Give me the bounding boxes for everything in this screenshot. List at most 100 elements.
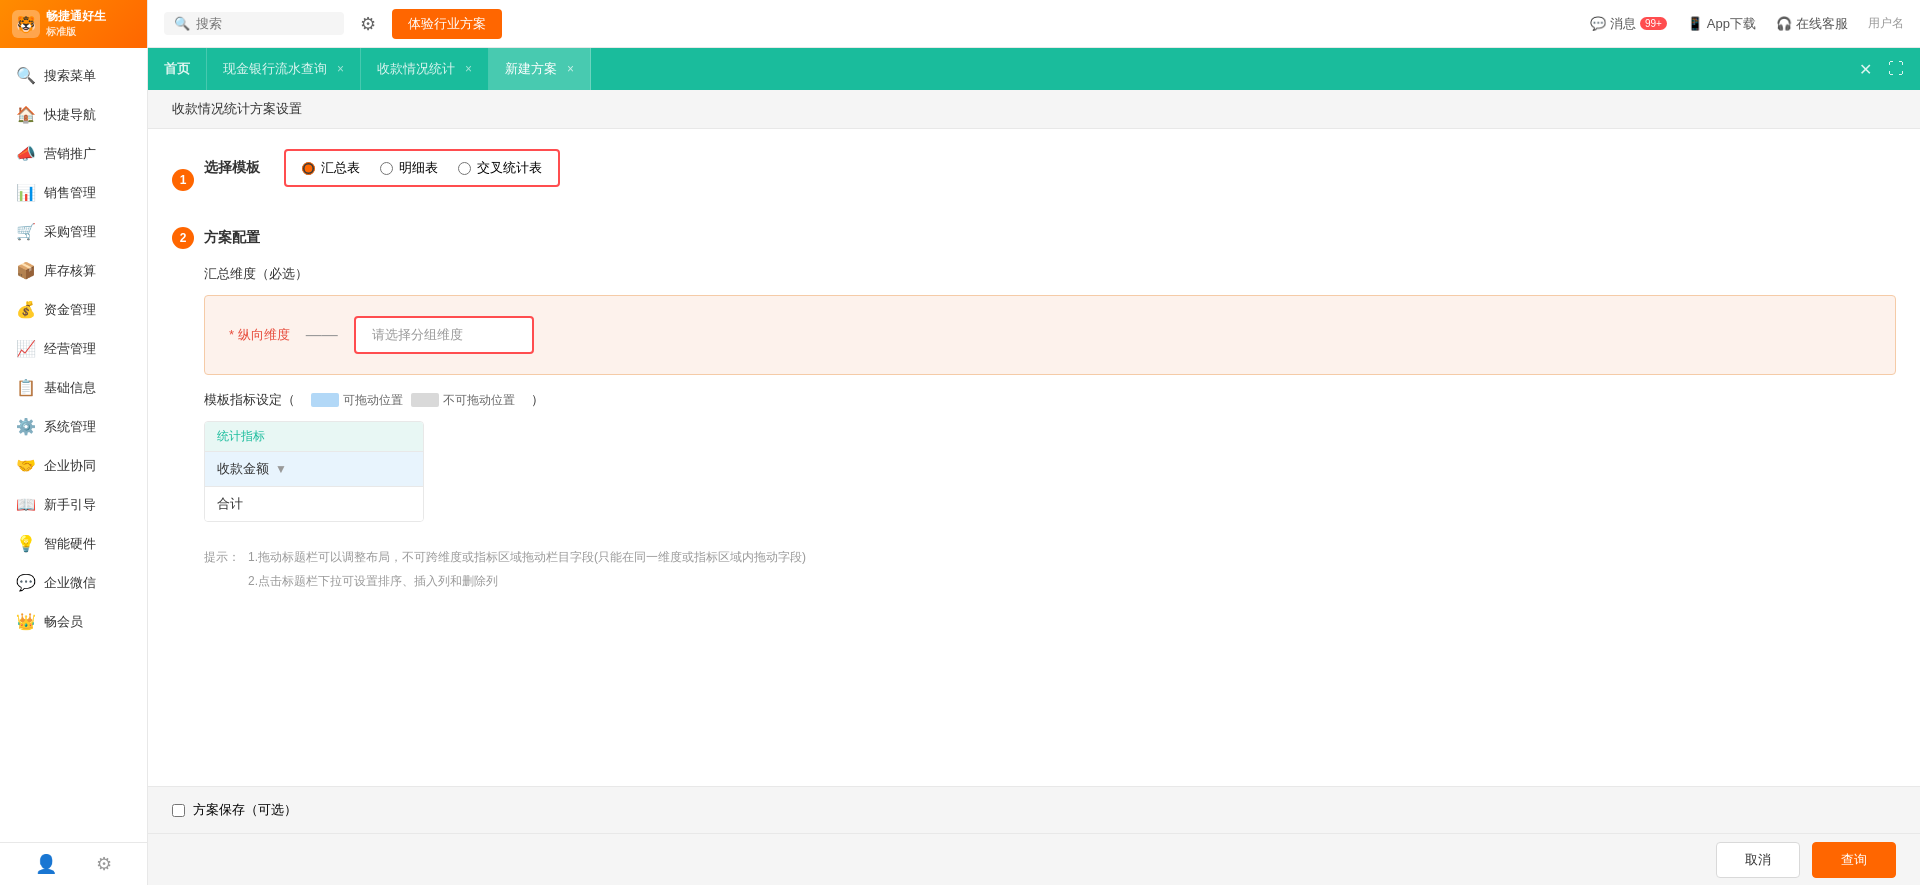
radio-cross-input[interactable] — [458, 162, 471, 175]
topbar: 🔍 ⚙ 体验行业方案 💬 消息 99+ 📱 App下载 🎧 在线客服 用户名 — [148, 0, 1920, 48]
sidebar-icon-13: 💬 — [16, 573, 36, 592]
step1-title: 选择模板 — [204, 159, 260, 177]
sidebar-label-10: 企业协同 — [44, 457, 96, 475]
sidebar-icon-11: 📖 — [16, 495, 36, 514]
page-title: 收款情况统计方案设置 — [148, 90, 1920, 129]
step2-num: 2 — [172, 227, 194, 249]
radio-summary[interactable]: 汇总表 — [302, 159, 360, 177]
user-name: 用户名 — [1868, 15, 1904, 32]
indicator-cell-amount[interactable]: 收款金额 ▼ — [205, 452, 423, 487]
nodrag-color-box — [411, 393, 439, 407]
radio-detail-label: 明细表 — [399, 159, 438, 177]
sidebar-item-10[interactable]: 🤝 企业协同 — [0, 446, 147, 485]
logo-text: 畅捷通好生 — [46, 9, 106, 25]
message-icon: 💬 — [1590, 16, 1606, 31]
sidebar-item-12[interactable]: 💡 智能硬件 — [0, 524, 147, 563]
dropdown-icon[interactable]: ▼ — [275, 462, 287, 476]
sidebar-icon-5: 📦 — [16, 261, 36, 280]
sidebar-item-3[interactable]: 📊 销售管理 — [0, 173, 147, 212]
user-icon[interactable]: 👤 — [35, 853, 57, 875]
dim-select[interactable]: 请选择分组维度 — [354, 316, 534, 354]
tabbar-actions: ✕ ⛶ — [1843, 56, 1920, 83]
sidebar-label-5: 库存核算 — [44, 262, 96, 280]
sidebar-item-4[interactable]: 🛒 采购管理 — [0, 212, 147, 251]
tab-label-bank: 现金银行流水查询 — [223, 60, 327, 78]
sidebar-item-0[interactable]: 🔍 搜索菜单 — [0, 56, 147, 95]
template-options-box: 汇总表 明细表 交叉统计表 — [284, 149, 560, 187]
dim-arrow: —— — [306, 326, 338, 344]
drag-color-box — [311, 393, 339, 407]
step2-title: 方案配置 — [204, 229, 260, 247]
radio-cross[interactable]: 交叉统计表 — [458, 159, 542, 177]
radio-summary-input[interactable] — [302, 162, 315, 175]
settings-bottom-icon[interactable]: ⚙ — [96, 853, 112, 875]
topbar-right: 💬 消息 99+ 📱 App下载 🎧 在线客服 用户名 — [1590, 15, 1904, 33]
tab-label-new-plan: 新建方案 — [505, 60, 557, 78]
logo-icon: 🐯 — [12, 10, 40, 38]
download-item[interactable]: 📱 App下载 — [1687, 15, 1756, 33]
tab-collect[interactable]: 收款情况统计× — [361, 48, 489, 90]
confirm-button[interactable]: 查询 — [1812, 842, 1896, 878]
sidebar-label-9: 系统管理 — [44, 418, 96, 436]
sidebar-item-1[interactable]: 🏠 快捷导航 — [0, 95, 147, 134]
sidebar: 🐯 畅捷通好生 标准版 🔍 搜索菜单 🏠 快捷导航 📣 营销推广 📊 销售管理 … — [0, 0, 148, 885]
tip-text-2: 2.点击标题栏下拉可设置排序、插入列和删除列 — [248, 569, 498, 593]
save-option-label: 方案保存（可选） — [193, 801, 297, 819]
sidebar-item-14[interactable]: 👑 畅会员 — [0, 602, 147, 641]
tip-line-1: 提示： 1.拖动标题栏可以调整布局，不可跨维度或指标区域拖动栏目字段(只能在同一… — [204, 545, 1896, 569]
sidebar-icon-6: 💰 — [16, 300, 36, 319]
search-input[interactable] — [196, 16, 316, 31]
notification-item[interactable]: 💬 消息 99+ — [1590, 15, 1667, 33]
tip-prefix: 提示： — [204, 545, 240, 569]
sidebar-label-4: 采购管理 — [44, 223, 96, 241]
tip-line-2: 提示： 2.点击标题栏下拉可设置排序、插入列和删除列 — [204, 569, 1896, 593]
sidebar-icon-7: 📈 — [16, 339, 36, 358]
tab-close-bank[interactable]: × — [337, 62, 344, 76]
tab-close-collect[interactable]: × — [465, 62, 472, 76]
tab-bank[interactable]: 现金银行流水查询 × — [207, 48, 361, 90]
search-bar[interactable]: 🔍 — [164, 12, 344, 35]
radio-detail[interactable]: 明细表 — [380, 159, 438, 177]
cell-amount-text: 收款金额 — [217, 460, 269, 478]
tips-section: 提示： 1.拖动标题栏可以调整布局，不可跨维度或指标区域拖动栏目字段(只能在同一… — [204, 545, 1896, 593]
radio-detail-input[interactable] — [380, 162, 393, 175]
legend-draggable: 可拖动位置 — [311, 392, 403, 409]
sidebar-icon-8: 📋 — [16, 378, 36, 397]
support-item[interactable]: 🎧 在线客服 — [1776, 15, 1848, 33]
indicator-cell-total[interactable]: 合计 — [205, 487, 423, 521]
sidebar-item-6[interactable]: 💰 资金管理 — [0, 290, 147, 329]
maximize-icon[interactable]: ⛶ — [1884, 56, 1908, 82]
tab-new-plan[interactable]: 新建方案 × — [489, 48, 591, 90]
download-icon: 📱 — [1687, 16, 1703, 31]
sidebar-item-2[interactable]: 📣 营销推广 — [0, 134, 147, 173]
step2-section: 2 方案配置 汇总维度（必选） * 纵向维度 —— 请选择分组维度 模板指标设定… — [172, 227, 1896, 593]
sidebar-item-13[interactable]: 💬 企业微信 — [0, 563, 147, 602]
vertical-dim-label: * 纵向维度 — [229, 326, 290, 344]
trial-button[interactable]: 体验行业方案 — [392, 9, 502, 39]
app-logo: 🐯 畅捷通好生 标准版 — [0, 0, 147, 48]
sidebar-label-0: 搜索菜单 — [44, 67, 96, 85]
sidebar-bottom: 👤 ⚙ — [0, 842, 147, 885]
indicator-label-close: ） — [531, 391, 544, 409]
sidebar-label-12: 智能硬件 — [44, 535, 96, 553]
sidebar-item-8[interactable]: 📋 基础信息 — [0, 368, 147, 407]
sidebar-icon-1: 🏠 — [16, 105, 36, 124]
sidebar-item-5[interactable]: 📦 库存核算 — [0, 251, 147, 290]
tip-text-1: 1.拖动标题栏可以调整布局，不可跨维度或指标区域拖动栏目字段(只能在同一维度或指… — [248, 545, 806, 569]
tab-close-new-plan[interactable]: × — [567, 62, 574, 76]
cancel-button[interactable]: 取消 — [1716, 842, 1800, 878]
gear-icon[interactable]: ⚙ — [360, 13, 376, 35]
tab-label-home: 首页 — [164, 60, 190, 78]
sidebar-label-7: 经营管理 — [44, 340, 96, 358]
template-selection: 选择模板 汇总表 明细表 交叉统计表 — [204, 149, 560, 187]
step1-header: 1 选择模板 汇总表 明细表 交叉统 — [172, 149, 1896, 211]
tabbar: 首页现金银行流水查询×收款情况统计×新建方案× ✕ ⛶ — [148, 48, 1920, 90]
sidebar-icon-12: 💡 — [16, 534, 36, 553]
sidebar-item-7[interactable]: 📈 经营管理 — [0, 329, 147, 368]
tab-home[interactable]: 首页 — [148, 48, 207, 90]
sidebar-icon-2: 📣 — [16, 144, 36, 163]
close-window-icon[interactable]: ✕ — [1855, 56, 1876, 83]
sidebar-item-11[interactable]: 📖 新手引导 — [0, 485, 147, 524]
save-checkbox[interactable] — [172, 804, 185, 817]
sidebar-item-9[interactable]: ⚙️ 系统管理 — [0, 407, 147, 446]
